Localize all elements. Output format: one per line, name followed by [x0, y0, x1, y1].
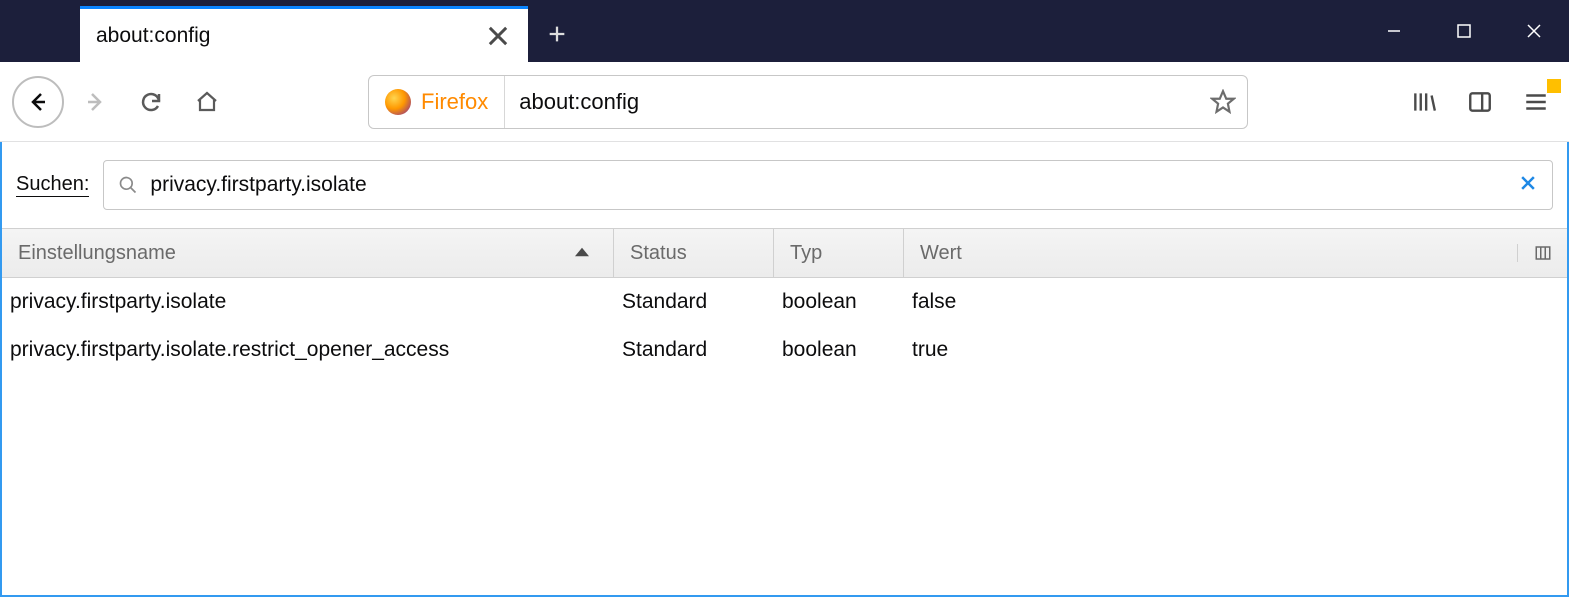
column-header-value-label: Wert: [920, 242, 962, 265]
reload-button[interactable]: [126, 77, 176, 127]
toolbar-right: [1403, 81, 1557, 123]
home-button[interactable]: [182, 77, 232, 127]
new-tab-button[interactable]: [528, 6, 586, 62]
column-header-type[interactable]: Typ: [774, 229, 904, 277]
nav-toolbar: Firefox: [0, 62, 1569, 142]
content-area: Suchen: Einstellungsname Status Typ Wert: [0, 142, 1569, 597]
maximize-button[interactable]: [1429, 9, 1499, 53]
cell-status: Standard: [614, 338, 774, 362]
cell-status: Standard: [614, 290, 774, 314]
column-header-name-label: Einstellungsname: [18, 242, 176, 265]
tab-title: about:config: [96, 24, 484, 48]
table-row[interactable]: privacy.firstparty.isolate.restrict_open…: [2, 326, 1567, 374]
cell-value: false: [904, 290, 1567, 314]
notification-badge-icon: [1547, 79, 1561, 93]
cell-value: true: [904, 338, 1567, 362]
identity-box[interactable]: Firefox: [369, 76, 505, 128]
cell-type: boolean: [774, 338, 904, 362]
tabs-area: about:config: [0, 0, 586, 62]
url-bar[interactable]: Firefox: [368, 75, 1248, 129]
url-input[interactable]: [505, 89, 1199, 115]
table-row[interactable]: privacy.firstparty.isolateStandardboolea…: [2, 278, 1567, 326]
bookmark-star-icon[interactable]: [1199, 89, 1247, 115]
column-header-value[interactable]: Wert: [904, 229, 1517, 277]
back-button[interactable]: [12, 76, 64, 128]
search-input[interactable]: [150, 173, 1506, 197]
search-label: Suchen:: [16, 173, 89, 197]
cell-name: privacy.firstparty.isolate.restrict_open…: [2, 338, 614, 362]
column-header-status[interactable]: Status: [614, 229, 774, 277]
search-box[interactable]: [103, 160, 1553, 210]
browser-tab[interactable]: about:config: [80, 6, 528, 62]
cell-type: boolean: [774, 290, 904, 314]
column-picker-icon[interactable]: [1517, 244, 1567, 262]
sidebar-icon[interactable]: [1459, 81, 1501, 123]
cell-name: privacy.firstparty.isolate: [2, 290, 614, 314]
table-header: Einstellungsname Status Typ Wert: [2, 228, 1567, 278]
library-icon[interactable]: [1403, 81, 1445, 123]
search-icon: [118, 175, 138, 195]
minimize-button[interactable]: [1359, 9, 1429, 53]
menu-button[interactable]: [1515, 81, 1557, 123]
column-header-name[interactable]: Einstellungsname: [2, 229, 614, 277]
clear-search-icon[interactable]: [1518, 173, 1538, 198]
sort-ascending-icon: [575, 242, 589, 265]
search-row: Suchen:: [2, 142, 1567, 228]
window-controls: [1359, 0, 1569, 62]
table-body: privacy.firstparty.isolateStandardboolea…: [2, 278, 1567, 595]
firefox-icon: [385, 89, 411, 115]
forward-button[interactable]: [70, 77, 120, 127]
column-header-status-label: Status: [630, 242, 687, 265]
identity-label: Firefox: [421, 89, 488, 115]
close-window-button[interactable]: [1499, 9, 1569, 53]
title-bar: about:config: [0, 0, 1569, 62]
column-header-type-label: Typ: [790, 242, 822, 265]
close-tab-icon[interactable]: [484, 22, 512, 50]
